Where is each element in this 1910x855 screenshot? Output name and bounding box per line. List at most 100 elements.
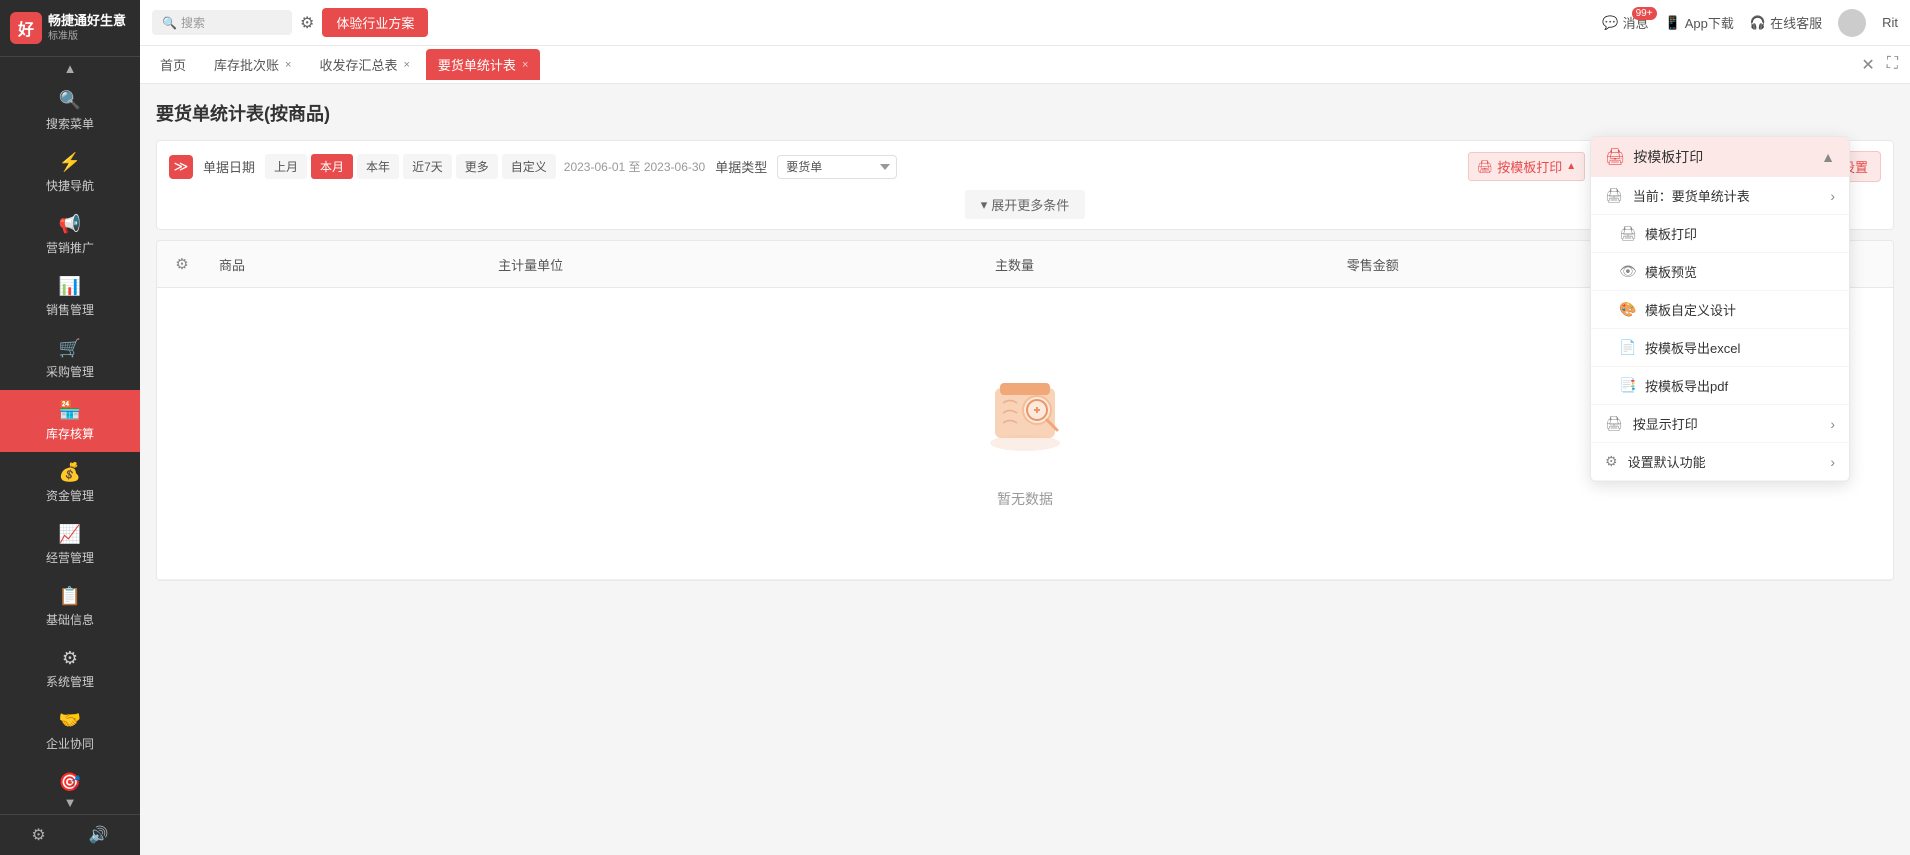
sidebar: 好 畅捷通好生意 标准版 ▲ 🔍 搜索菜单 ⚡ 快捷导航 📢 营销推广 📊 销售… bbox=[0, 0, 140, 855]
sidebar-item-label: 企业协同 bbox=[46, 735, 94, 752]
sidebar-item-inventory[interactable]: 🏪 库存核算 bbox=[0, 390, 140, 452]
filter-expand-btn[interactable]: ≫ bbox=[169, 155, 193, 179]
table-settings-icon[interactable]: ⚙ bbox=[169, 251, 195, 277]
basic-info-icon: 📋 bbox=[59, 586, 81, 607]
sidebar-scroll-down[interactable]: ▼ bbox=[0, 791, 140, 814]
empty-illustration bbox=[975, 358, 1075, 477]
sidebar-item-label: 系统管理 bbox=[46, 673, 94, 690]
export-excel-label: 按模板导出excel bbox=[1645, 338, 1740, 357]
expand-more-btn[interactable]: ▾ 展开更多条件 bbox=[965, 190, 1086, 219]
tab-close-window-btn[interactable]: ✕ bbox=[1857, 53, 1878, 77]
sidebar-item-purchase[interactable]: 🛒 采购管理 bbox=[0, 328, 140, 390]
tab-close-icon[interactable]: × bbox=[403, 59, 409, 71]
search-placeholder: 搜索 bbox=[181, 14, 205, 31]
sidebar-item-cooperation[interactable]: 🤝 企业协同 bbox=[0, 700, 140, 762]
date-prev-month-btn[interactable]: 上月 bbox=[265, 154, 307, 179]
tab-home[interactable]: 首页 bbox=[148, 49, 198, 80]
current-template-label: 当前：要货单统计表 bbox=[1633, 186, 1750, 205]
print-template-btn[interactable]: 🖨 按模板打印 ▲ bbox=[1468, 152, 1585, 181]
app-name: 畅捷通好生意 bbox=[48, 12, 126, 30]
tab-receipt-summary[interactable]: 收发存汇总表 × bbox=[307, 49, 421, 80]
order-type-label: 单据类型 bbox=[715, 157, 767, 176]
sidebar-item-label: 营销推广 bbox=[46, 239, 94, 256]
quick-nav-icon: ⚡ bbox=[59, 152, 81, 173]
online-service-label: 在线客服 bbox=[1770, 13, 1822, 32]
date-custom-btn[interactable]: 自定义 bbox=[502, 154, 556, 179]
tab-close-icon[interactable]: × bbox=[522, 59, 528, 71]
tab-inventory-batch[interactable]: 库存批次账 × bbox=[202, 49, 303, 80]
dropdown-display-print[interactable]: 🖨 按显示打印 › bbox=[1591, 405, 1849, 443]
app-download-label: App下载 bbox=[1685, 13, 1734, 32]
order-type-select[interactable]: 要货单 bbox=[777, 155, 897, 179]
sidebar-item-operations[interactable]: 📈 经营管理 bbox=[0, 514, 140, 576]
avatar-img bbox=[1838, 9, 1866, 37]
print-icon: 🖨 bbox=[1477, 159, 1494, 175]
trial-btn[interactable]: 体验行业方案 bbox=[322, 8, 428, 37]
marketing-icon: 📢 bbox=[59, 214, 81, 235]
dropdown-template-preview[interactable]: 👁 模板预览 bbox=[1591, 253, 1849, 291]
tab-expand-btn[interactable]: ⛶ bbox=[1883, 53, 1902, 77]
date-buttons: 上月 本月 本年 近7天 更多 自定义 2023-06-01 至 2023-06… bbox=[265, 154, 705, 179]
template-design-label: 模板自定义设计 bbox=[1645, 300, 1736, 319]
export-excel-icon: 📄 bbox=[1619, 339, 1635, 356]
current-template-icon: 🖨 bbox=[1605, 187, 1623, 204]
sidebar-item-label: 基础信息 bbox=[46, 611, 94, 628]
topbar-gear-icon[interactable]: ⚙ bbox=[300, 13, 314, 33]
message-btn[interactable]: 💬 消息 99+ bbox=[1602, 13, 1648, 32]
sidebar-item-label: 销售管理 bbox=[46, 301, 94, 318]
dropdown-export-excel[interactable]: 📄 按模板导出excel bbox=[1591, 329, 1849, 367]
tab-label: 收发存汇总表 bbox=[319, 55, 397, 74]
purchase-icon: 🛒 bbox=[59, 338, 81, 359]
sidebar-item-search[interactable]: 🔍 搜索菜单 bbox=[0, 80, 140, 142]
sidebar-item-marketing[interactable]: 📢 营销推广 bbox=[0, 204, 140, 266]
app-download-btn[interactable]: 📱 App下载 bbox=[1665, 13, 1734, 32]
search-box[interactable]: 🔍 搜索 bbox=[152, 10, 292, 35]
sidebar-item-label: 采购管理 bbox=[46, 363, 94, 380]
sidebar-item-sales[interactable]: 📊 销售管理 bbox=[0, 266, 140, 328]
search-nav-icon: 🔍 bbox=[59, 90, 81, 111]
speaker-footer-icon[interactable]: 🔊 bbox=[89, 825, 109, 845]
date-year-btn[interactable]: 本年 bbox=[357, 154, 399, 179]
dropdown-set-default[interactable]: ⚙ 设置默认功能 › bbox=[1591, 443, 1849, 481]
settings-footer-icon[interactable]: ⚙ bbox=[31, 825, 45, 845]
col-quantity: 主数量 bbox=[983, 241, 1335, 288]
sidebar-footer: ⚙ 🔊 bbox=[0, 814, 140, 855]
sidebar-scroll-up[interactable]: ▲ bbox=[0, 57, 140, 80]
dropdown-title: 按模板打印 bbox=[1633, 147, 1703, 167]
date-current-month-btn[interactable]: 本月 bbox=[311, 154, 353, 179]
inventory-icon: 🏪 bbox=[59, 400, 81, 421]
sidebar-nav: 🔍 搜索菜单 ⚡ 快捷导航 📢 营销推广 📊 销售管理 🛒 采购管理 🏪 库存核… bbox=[0, 80, 140, 791]
dropdown-template-print[interactable]: 🖨 模板打印 bbox=[1591, 215, 1849, 253]
tab-label: 库存批次账 bbox=[214, 55, 279, 74]
set-default-chevron: › bbox=[1830, 454, 1835, 470]
sidebar-item-quick-nav[interactable]: ⚡ 快捷导航 bbox=[0, 142, 140, 204]
message-badge: 99+ bbox=[1632, 7, 1657, 20]
finance-icon: 💰 bbox=[59, 462, 81, 483]
display-print-chevron: › bbox=[1830, 416, 1835, 432]
operations-icon: 📈 bbox=[59, 524, 81, 545]
dropdown-current-template[interactable]: 🖨 当前：要货单统计表 › bbox=[1591, 177, 1849, 215]
sidebar-item-system[interactable]: ⚙ 系统管理 bbox=[0, 638, 140, 700]
tab-bar: 首页 库存批次账 × 收发存汇总表 × 要货单统计表 × ✕ ⛶ bbox=[140, 46, 1910, 84]
expand-more-label: 展开更多条件 bbox=[991, 195, 1069, 214]
date-7days-btn[interactable]: 近7天 bbox=[403, 154, 452, 179]
set-default-icon: ⚙ bbox=[1605, 453, 1618, 470]
dropdown-export-pdf[interactable]: 📑 按模板导出pdf bbox=[1591, 367, 1849, 405]
sidebar-item-finance[interactable]: 💰 资金管理 bbox=[0, 452, 140, 514]
dropdown-close-chevron[interactable]: ▲ bbox=[1821, 149, 1835, 165]
sidebar-item-basic-info[interactable]: 📋 基础信息 bbox=[0, 576, 140, 638]
template-design-icon: 🎨 bbox=[1619, 301, 1635, 318]
online-service-btn[interactable]: 🎧 在线客服 bbox=[1750, 13, 1822, 32]
new-guide-icon: 🎯 bbox=[59, 772, 81, 791]
search-icon: 🔍 bbox=[162, 16, 177, 30]
template-preview-icon: 👁 bbox=[1619, 263, 1635, 280]
tab-home-label: 首页 bbox=[160, 55, 186, 74]
sidebar-item-label: 库存核算 bbox=[46, 425, 94, 442]
tab-order-stats[interactable]: 要货单统计表 × bbox=[426, 49, 540, 80]
dropdown-header[interactable]: 🖨 按模板打印 ▲ bbox=[1591, 137, 1849, 177]
tab-close-icon[interactable]: × bbox=[285, 59, 291, 71]
dropdown-template-design[interactable]: 🎨 模板自定义设计 bbox=[1591, 291, 1849, 329]
sidebar-item-new-guide[interactable]: 🎯 新手引导 bbox=[0, 762, 140, 791]
user-avatar[interactable] bbox=[1838, 9, 1866, 37]
date-more-btn[interactable]: 更多 bbox=[456, 154, 498, 179]
